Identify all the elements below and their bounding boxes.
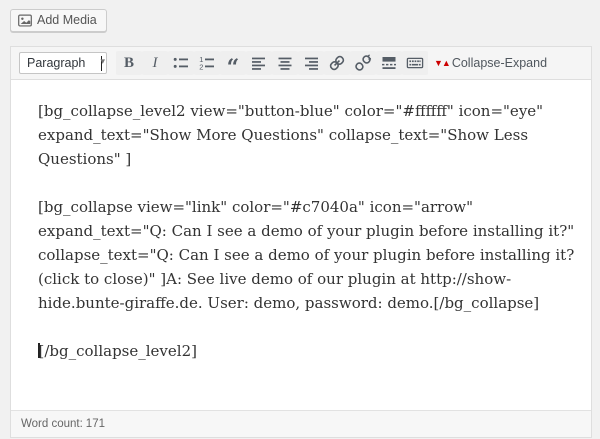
- add-media-label: Add Media: [37, 13, 97, 27]
- media-buttons-row: Add Media: [10, 9, 592, 37]
- align-right-button[interactable]: [298, 51, 324, 75]
- text-line: hide.bunte-giraffe.de. User: demo, passw…: [38, 294, 540, 312]
- blockquote-button[interactable]: “: [220, 51, 246, 81]
- remove-link-button[interactable]: [350, 51, 376, 75]
- svg-text:2: 2: [199, 63, 203, 72]
- add-media-icon: [18, 13, 32, 27]
- text-line: collapse_text="Q: Can I see a demo of yo…: [38, 246, 575, 264]
- link-icon: [328, 54, 346, 72]
- unlink-icon: [354, 54, 372, 72]
- blockquote-icon: “: [226, 55, 240, 81]
- editor-content-area[interactable]: [bg_collapse_level2 view="button-blue" c…: [11, 80, 591, 410]
- collapse-expand-label: Collapse-Expand: [451, 56, 548, 70]
- text-line: [bg_collapse_level2 view="button-blue" c…: [38, 102, 544, 120]
- post-editor-page: Add Media Paragraph ▾ B I 1 2 “ ▼▲ Colla…: [0, 0, 600, 438]
- text-line: expand_text="Show More Questions" collap…: [38, 126, 529, 144]
- align-left-button[interactable]: [246, 51, 272, 75]
- text-line-text: [/bg_collapse_level2]: [38, 342, 197, 360]
- collapse-expand-button[interactable]: ▼▲ Collapse-Expand: [434, 56, 547, 70]
- italic-icon: I: [152, 54, 158, 71]
- numbered-list-button[interactable]: 1 2: [194, 51, 220, 75]
- numbered-list-icon: 1 2: [198, 54, 216, 72]
- paragraph-format-select[interactable]: Paragraph ▾: [19, 52, 107, 74]
- text-line: [/bg_collapse_level2]: [38, 339, 564, 363]
- bulleted-list-icon: [172, 54, 190, 72]
- shortcode-paragraph-1: [bg_collapse_level2 view="button-blue" c…: [38, 99, 564, 171]
- align-left-icon: [250, 54, 268, 72]
- more-tag-icon: [380, 54, 398, 72]
- italic-button[interactable]: I: [142, 51, 168, 75]
- text-line: expand_text="Q: Can I see a demo of your…: [38, 222, 575, 240]
- shortcode-paragraph-3: [/bg_collapse_level2]: [38, 339, 564, 363]
- bold-icon: B: [123, 54, 134, 71]
- collapse-expand-triangles-icon: ▼▲: [434, 58, 451, 68]
- text-line: [bg_collapse view="link" color="#c7040a"…: [38, 198, 473, 216]
- editor-toolbar: Paragraph ▾ B I 1 2 “ ▼▲ Collapse-Expand: [11, 47, 591, 80]
- align-center-button[interactable]: [272, 51, 298, 75]
- word-count-value: 171: [85, 418, 105, 430]
- shortcode-paragraph-2: [bg_collapse view="link" color="#c7040a"…: [38, 195, 575, 315]
- text-line: Questions" ]: [38, 150, 132, 168]
- insert-more-tag-button[interactable]: [376, 51, 402, 75]
- chevron-down-icon: ▾: [100, 55, 105, 71]
- toolbar-toggle-button[interactable]: [402, 51, 428, 75]
- align-right-icon: [302, 54, 320, 72]
- paragraph-format-label: Paragraph: [27, 56, 86, 70]
- status-bar: Word count: 171: [11, 410, 591, 437]
- add-media-button[interactable]: Add Media: [10, 9, 107, 32]
- insert-link-button[interactable]: [324, 51, 350, 75]
- text-line: (click to close)" ]A: See live demo of o…: [38, 270, 512, 288]
- word-count-label: Word count:: [21, 418, 83, 430]
- bulleted-list-button[interactable]: [168, 51, 194, 75]
- align-center-icon: [276, 54, 294, 72]
- keyboard-icon: [406, 54, 424, 72]
- editor-frame: Paragraph ▾ B I 1 2 “ ▼▲ Collapse-Expand…: [10, 46, 592, 438]
- bold-button[interactable]: B: [116, 51, 142, 75]
